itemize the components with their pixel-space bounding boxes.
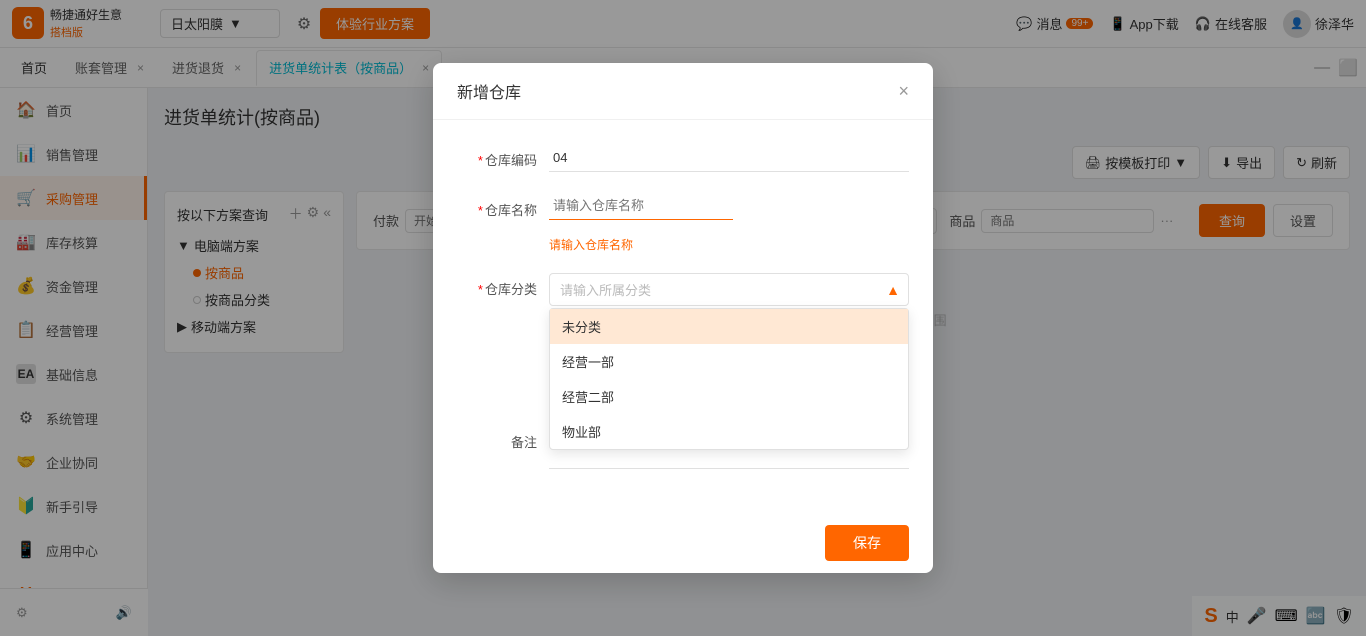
code-label: 仓库编码	[457, 144, 537, 169]
dropdown-item-property[interactable]: 物业部	[550, 414, 908, 449]
note-label: 备注	[457, 426, 537, 451]
dropdown-item-unclassified[interactable]: 未分类	[550, 309, 908, 344]
name-label: 仓库名称	[457, 194, 537, 219]
category-placeholder: 请输入所属分类	[560, 283, 651, 298]
modal-title: 新增仓库	[457, 79, 521, 103]
dropdown-item-dept2[interactable]: 经营二部	[550, 379, 908, 414]
modal-close-button[interactable]: ×	[898, 81, 909, 102]
form-row-code: 仓库编码	[457, 144, 909, 172]
modal-footer: 保存	[433, 513, 933, 573]
category-label: 仓库分类	[457, 273, 537, 298]
category-dropdown-list: 未分类 经营一部 经营二部 物业部	[549, 308, 909, 450]
save-button[interactable]: 保存	[825, 525, 909, 561]
new-warehouse-modal: 新增仓库 × 仓库编码 仓库名称 请输入仓库名称	[433, 63, 933, 573]
modal-body: 仓库编码 仓库名称 请输入仓库名称 仓库分类	[433, 120, 933, 513]
code-input[interactable]	[549, 144, 909, 172]
name-field-wrapper	[549, 192, 909, 220]
form-row-name: 仓库名称 请输入仓库名称	[457, 192, 909, 253]
dropdown-arrow-icon: ▲	[886, 282, 900, 298]
category-dropdown-trigger[interactable]: 请输入所属分类 ▲	[549, 273, 909, 306]
name-error-msg: 请输入仓库名称	[549, 238, 633, 252]
dropdown-item-dept1[interactable]: 经营一部	[550, 344, 908, 379]
category-field-wrapper: 请输入所属分类 ▲ 未分类 经营一部 经营二部 物业部	[549, 273, 909, 306]
form-row-category: 仓库分类 请输入所属分类 ▲ 未分类 经营一部 经营二部 物业部	[457, 273, 909, 306]
name-input[interactable]	[549, 192, 733, 220]
modal-overlay[interactable]: 新增仓库 × 仓库编码 仓库名称 请输入仓库名称	[0, 0, 1366, 636]
modal-header: 新增仓库 ×	[433, 63, 933, 120]
